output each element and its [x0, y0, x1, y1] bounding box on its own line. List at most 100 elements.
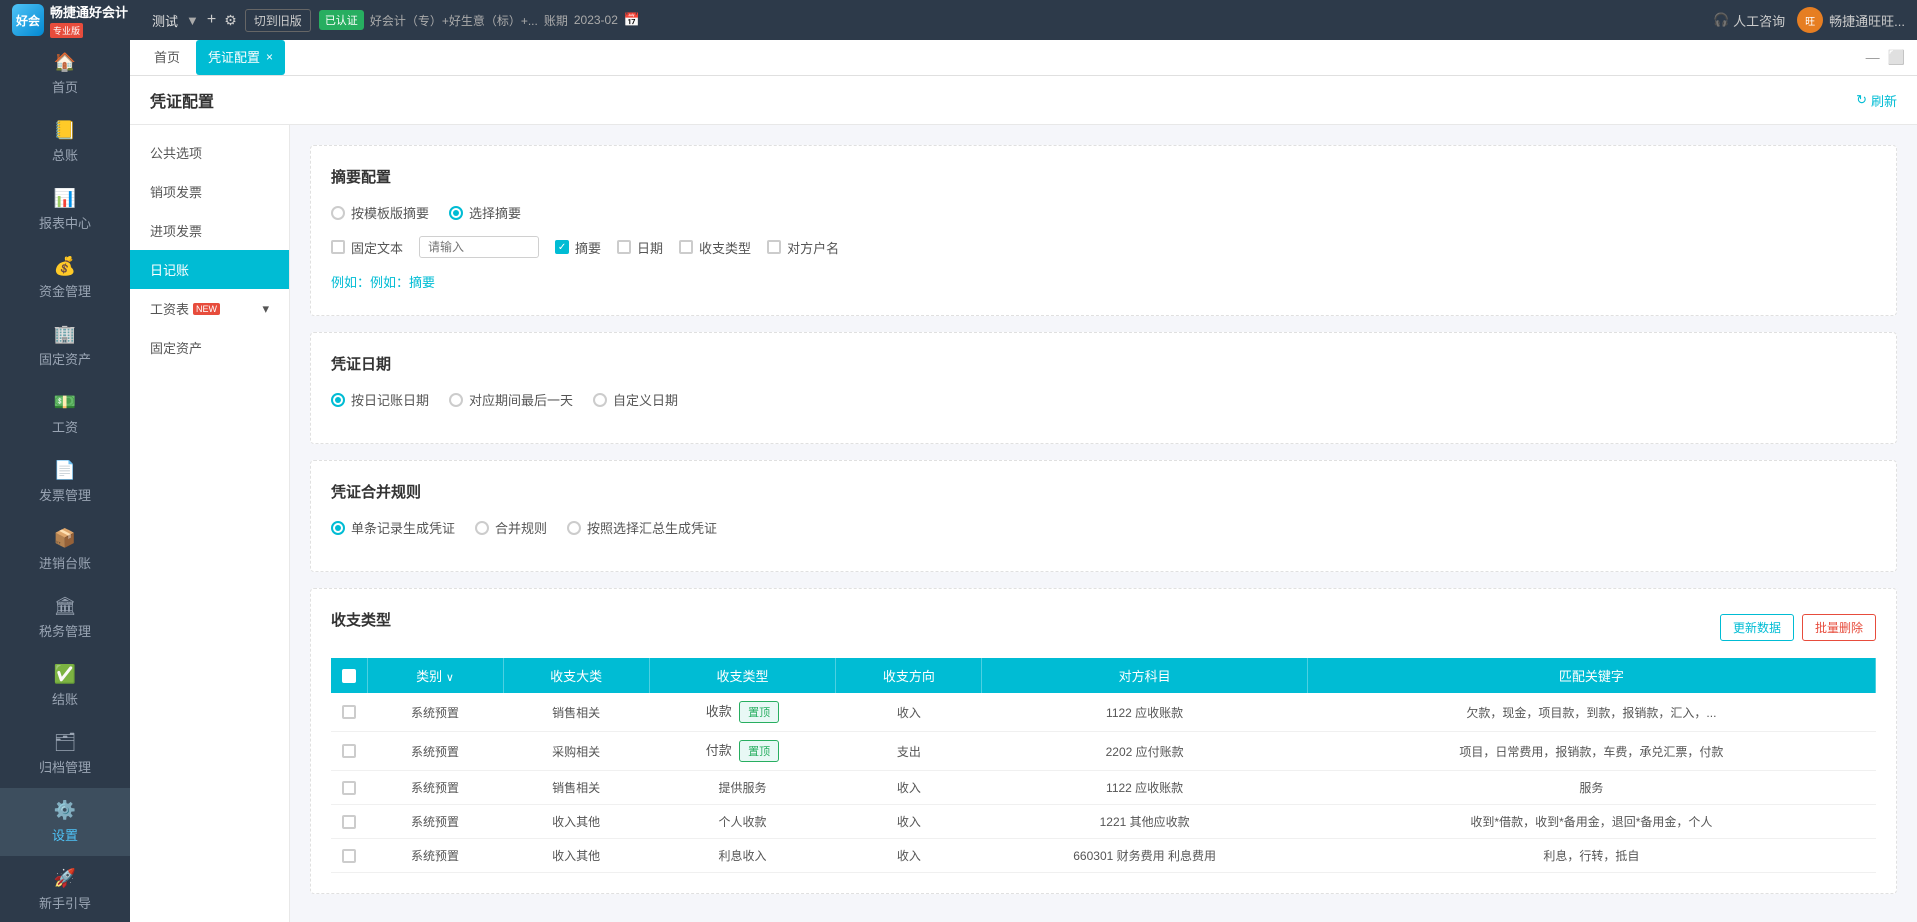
radio-period-last[interactable]: 对应期间最后一天 [449, 390, 573, 409]
row-checkbox-4[interactable] [342, 815, 356, 829]
dropdown-arrow-icon[interactable]: ▼ [186, 13, 199, 28]
nav-item-fixed-assets[interactable]: 固定资产 [130, 328, 289, 367]
sidebar-item-assets[interactable]: 🏢 固定资产 [0, 312, 130, 380]
period-label: 账期 [544, 12, 568, 29]
guide-icon: 🚀 [54, 868, 76, 889]
help-button[interactable]: 🎧 人工咨询 [1713, 11, 1785, 30]
nav-item-journal[interactable]: 日记账 [130, 250, 289, 289]
nav-item-sales-invoice[interactable]: 销项发票 [130, 172, 289, 211]
gear-icon[interactable]: ⚙ [224, 12, 237, 29]
right-content: 摘要配置 按模板版摘要 选择摘要 [290, 125, 1917, 922]
select-all-checkbox[interactable] [342, 669, 356, 683]
topbar-center: 测试 ▼ + ⚙ 切到旧版 已认证 好会计（专）+好生意（标）+... 账期 2… [152, 9, 1703, 32]
main-layout: 🏠 首页 📒 总账 📊 报表中心 💰 资金管理 🏢 固定资产 💵 工资 📄 发票… [0, 40, 1917, 922]
add-icon[interactable]: + [207, 11, 216, 29]
radio-custom-date[interactable]: 自定义日期 [593, 390, 678, 409]
sidebar-item-home[interactable]: 🏠 首页 [0, 40, 130, 108]
logo-text: 畅捷通好会计 专业版 [50, 2, 128, 38]
sidebar-item-archive[interactable]: 🗂 归档管理 [0, 720, 130, 788]
sidebar-item-tax[interactable]: 🏛 税务管理 [0, 584, 130, 652]
sidebar-item-invoice[interactable]: 📄 发票管理 [0, 448, 130, 516]
update-data-button[interactable]: 更新数据 [1720, 614, 1794, 641]
home-icon: 🏠 [54, 52, 76, 73]
logo: 好会 畅捷通好会计 专业版 [12, 2, 142, 38]
radio-select-summary[interactable]: 按照选择汇总生成凭证 [567, 518, 717, 537]
cb-summary-box: ✓ [555, 240, 569, 254]
page: 凭证配置 ↻ 刷新 公共选项 销项发票 进项发票 [130, 76, 1917, 922]
certified-tag: 已认证 [319, 10, 364, 30]
sidebar: 🏠 首页 📒 总账 📊 报表中心 💰 资金管理 🏢 固定资产 💵 工资 📄 发票… [0, 40, 130, 922]
th-checkbox [331, 658, 367, 693]
minimize-icon[interactable]: — [1866, 49, 1880, 66]
sidebar-item-funds[interactable]: 💰 资金管理 [0, 244, 130, 312]
nav-item-purchase-invoice[interactable]: 进项发票 [130, 211, 289, 250]
expand-icon[interactable]: ⬜ [1888, 49, 1905, 66]
radio-merge[interactable]: 合并规则 [475, 518, 547, 537]
reset-btn-2[interactable]: 置顶 [739, 740, 779, 762]
tab-bar-right: — ⬜ [1866, 49, 1905, 66]
refresh-button[interactable]: ↻ 刷新 [1856, 91, 1897, 110]
cb-type-box [679, 240, 693, 254]
nav-item-public[interactable]: 公共选项 [130, 133, 289, 172]
row-checkbox-3[interactable] [342, 781, 356, 795]
logo-icon: 好会 [12, 4, 44, 36]
cb-date[interactable]: 日期 [617, 238, 663, 257]
merge-rules-title: 凭证合并规则 [331, 481, 1876, 502]
tab-home[interactable]: 首页 [142, 40, 192, 75]
cb-type[interactable]: 收支类型 [679, 238, 751, 257]
row-checkbox-2[interactable] [342, 744, 356, 758]
batch-delete-button[interactable]: 批量删除 [1802, 614, 1876, 641]
settings-icon: ⚙️ [54, 800, 76, 821]
table-action-buttons: 更新数据 批量删除 [1720, 614, 1876, 641]
sidebar-item-guide[interactable]: 🚀 新手引导 [0, 856, 130, 922]
cb-summary[interactable]: ✓ 摘要 [555, 238, 601, 257]
fixed-text-input[interactable] [419, 236, 539, 258]
radio-single[interactable]: 单条记录生成凭证 [331, 518, 455, 537]
reset-btn-1[interactable]: 置顶 [739, 701, 779, 723]
tab-close-icon[interactable]: × [266, 50, 273, 64]
sidebar-item-ledger[interactable]: 📒 总账 [0, 108, 130, 176]
switch-version-button[interactable]: 切到旧版 [245, 9, 311, 32]
topbar-right: 🎧 人工咨询 旺 畅捷通旺旺... [1713, 7, 1905, 33]
th-direction: 收支方向 [836, 658, 982, 693]
income-expense-title: 收支类型 [331, 609, 391, 630]
cb-date-box [617, 240, 631, 254]
invoice-icon: 📄 [54, 460, 76, 481]
period-value: 2023-02 [574, 13, 618, 27]
sidebar-item-reports[interactable]: 📊 报表中心 [0, 176, 130, 244]
tab-voucher-config[interactable]: 凭证配置 × [196, 40, 285, 75]
calendar-icon[interactable]: 📅 [624, 12, 640, 28]
sidebar-item-salary[interactable]: 💵 工资 [0, 380, 130, 448]
sidebar-item-settle[interactable]: ✅ 结账 [0, 652, 130, 720]
row-checkbox-1[interactable] [342, 705, 356, 719]
settle-icon: ✅ [54, 664, 76, 685]
page-body: 公共选项 销项发票 进项发票 日记账 工资表 NEW [130, 125, 1917, 922]
table-row: 系统预置 销售相关 提供服务 收入 1122 应收账款 服务 [331, 771, 1876, 805]
radio-journal-date[interactable]: 按日记账日期 [331, 390, 429, 409]
cb-fixed-text[interactable]: 固定文本 [331, 238, 403, 257]
table-row: 系统预置 收入其他 利息收入 收入 660301 财务费用 利息费用 利息，行转… [331, 839, 1876, 873]
voucher-date-section: 凭证日期 按日记账日期 对应期间最后一天 [310, 332, 1897, 444]
th-major: 收支大类 [503, 658, 649, 693]
cb-counterparty[interactable]: 对方户名 [767, 238, 839, 257]
sidebar-item-settings[interactable]: ⚙️ 设置 [0, 788, 130, 856]
radio-select-summary[interactable]: 选择摘要 [449, 203, 521, 222]
radio-template[interactable]: 按模板版摘要 [331, 203, 429, 222]
cb-fixed-text-box [331, 240, 345, 254]
expand-nav-icon[interactable]: ▾ [262, 301, 269, 317]
table-row: 系统预置 收入其他 个人收款 收入 1221 其他应收款 收到*借款，收到*备用… [331, 805, 1876, 839]
cb-counterparty-box [767, 240, 781, 254]
row-checkbox-5[interactable] [342, 849, 356, 863]
funds-icon: 💰 [54, 256, 76, 277]
left-nav: 公共选项 销项发票 进项发票 日记账 工资表 NEW [130, 125, 290, 922]
sidebar-item-purchase[interactable]: 📦 进销台账 [0, 516, 130, 584]
th-account: 对方科目 [982, 658, 1307, 693]
user-menu[interactable]: 旺 畅捷通旺旺... [1797, 7, 1905, 33]
radio-dot-single [331, 521, 345, 535]
table-row: 系统预置 销售相关 收款 置顶 收入 1122 应收账款 欠款，现金，项目款，到… [331, 693, 1876, 732]
nav-item-wage-table[interactable]: 工资表 NEW ▾ [130, 289, 289, 328]
avatar: 旺 [1797, 7, 1823, 33]
summary-config-title: 摘要配置 [331, 166, 1876, 187]
refresh-icon: ↻ [1856, 92, 1867, 108]
checkbox-row: 固定文本 ✓ 摘要 日期 [331, 236, 1876, 258]
